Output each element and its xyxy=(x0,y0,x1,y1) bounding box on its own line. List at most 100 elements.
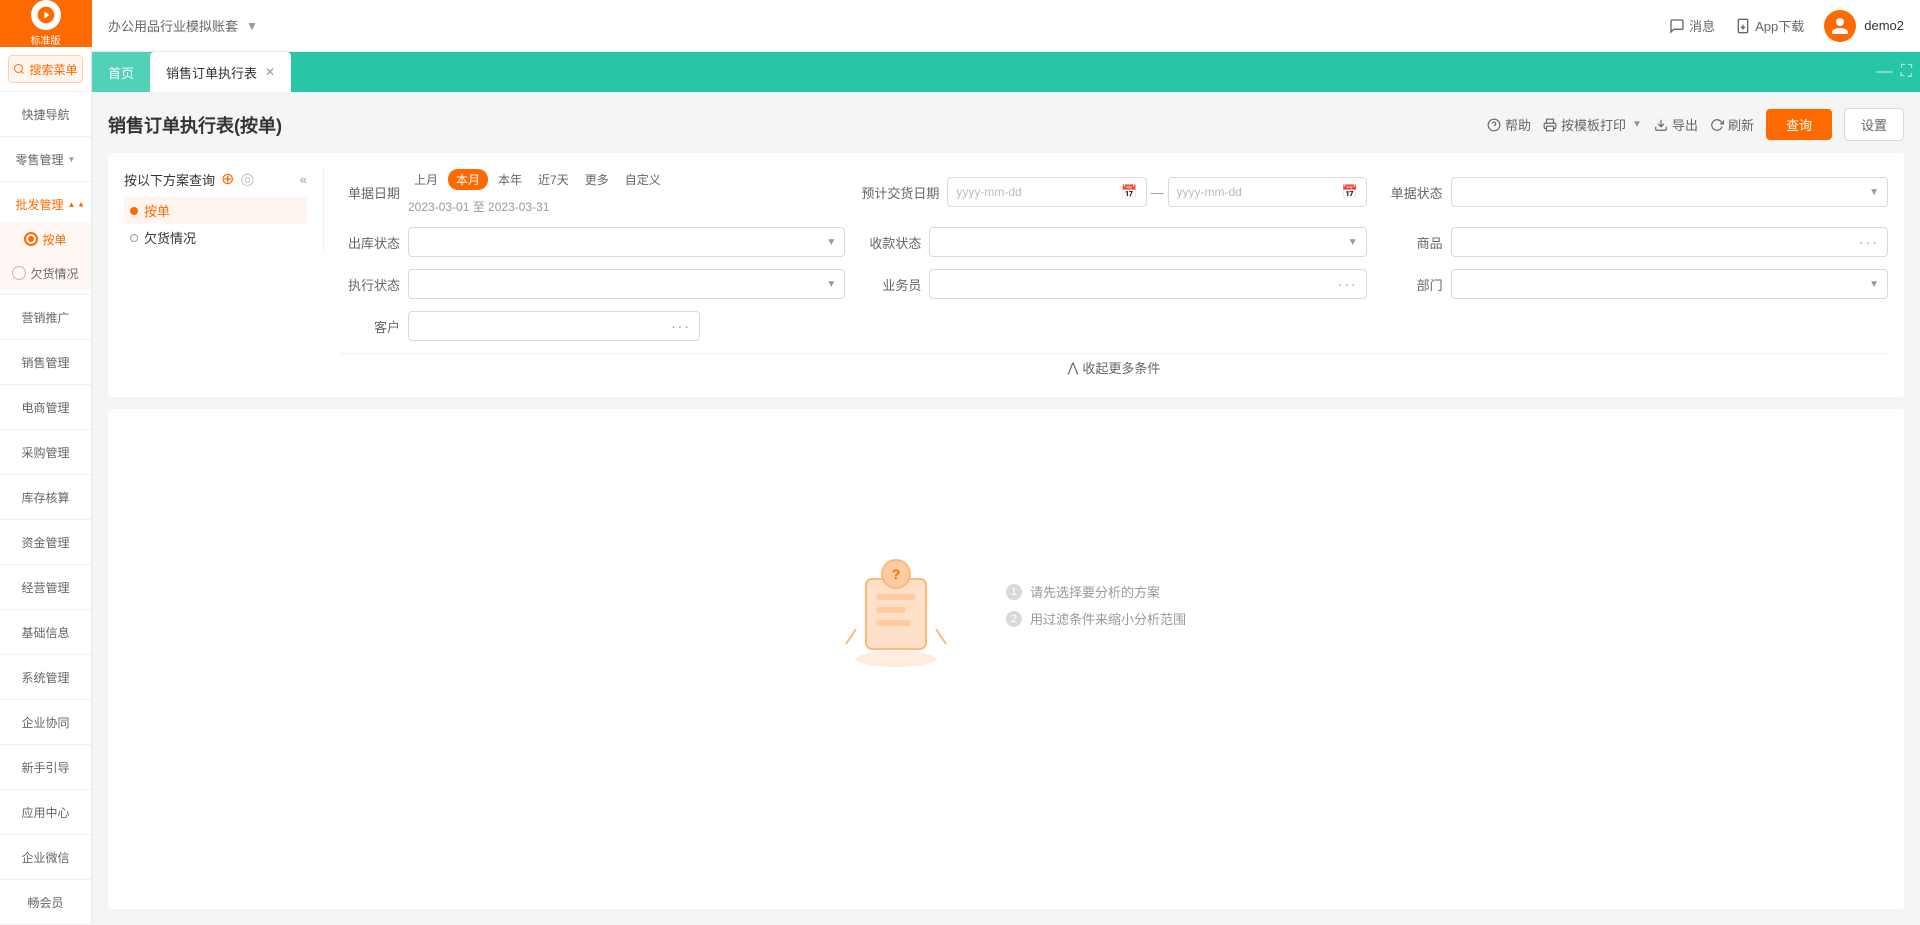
sidebar-item-wechat[interactable]: 企业微信 xyxy=(0,839,91,875)
scheme-item-pressorder[interactable]: 按单 xyxy=(124,197,307,224)
sidebar-item-enterprise[interactable]: 企业协同 xyxy=(0,704,91,740)
sidebar-item-sales[interactable]: 销售管理 xyxy=(0,344,91,380)
setting-button[interactable]: 设置 xyxy=(1844,108,1904,141)
scheme-item-owegoods[interactable]: 欠货情况 xyxy=(124,224,307,251)
sidebar-item-newbie[interactable]: 新手引导 xyxy=(0,749,91,785)
user-name[interactable]: demo2 xyxy=(1864,18,1904,33)
settings-scheme-icon[interactable]: ◎ xyxy=(240,169,254,189)
help-icon xyxy=(1487,118,1501,132)
tag-custom[interactable]: 自定义 xyxy=(619,169,667,190)
wechat-section: 企业微信 xyxy=(0,835,91,880)
doc-status-select[interactable]: ▼ xyxy=(1451,177,1888,207)
message-label: 消息 xyxy=(1689,16,1715,35)
date-start-calendar-icon[interactable]: 📅 xyxy=(1121,184,1137,200)
sidebar-item-system[interactable]: 系统管理 xyxy=(0,659,91,695)
tag-this-month[interactable]: 本月 xyxy=(448,169,488,190)
warehouse-status-select[interactable]: ▼ xyxy=(408,227,845,257)
sidebar-item-inventory[interactable]: 库存核算 xyxy=(0,479,91,515)
filter-top: 按以下方案查询 ⊕ ◎ « 按单 欠货情况 xyxy=(124,169,1888,381)
sidebar-item-member[interactable]: 畅会员 xyxy=(0,884,91,920)
sales-label: 销售管理 xyxy=(21,354,69,371)
filter-row-4: 客户 ··· xyxy=(340,311,1888,341)
sidebar-item-marketing[interactable]: 营销推广 xyxy=(0,299,91,335)
filter-item-date: 单据日期 上月 本月 本年 近7天 更多 自定义 20 xyxy=(340,169,845,215)
logo-icon xyxy=(31,0,61,30)
pressorder-label: 按单 xyxy=(42,231,66,248)
page-actions: 帮助 按模板打印 ▼ 导出 刷新 查询 设置 xyxy=(1487,108,1904,141)
date-separator: — xyxy=(1151,185,1164,200)
add-scheme-icon[interactable]: ⊕ xyxy=(221,169,234,189)
help-button[interactable]: 帮助 xyxy=(1487,115,1531,134)
salesperson-input[interactable]: ··· xyxy=(929,269,1366,299)
date-end-calendar-icon[interactable]: 📅 xyxy=(1341,184,1357,200)
empty-illustration: ? xyxy=(826,539,966,679)
template-print-button[interactable]: 按模板打印 ▼ xyxy=(1543,115,1642,134)
tip-text-2: 用过滤条件来缩小分析范围 xyxy=(1030,609,1186,628)
owegoods-icon xyxy=(12,266,26,280)
sidebar: 标准版 搜索菜单 快捷导航 零售管理 ▼ 批发管理 ▲ 按单 xyxy=(0,0,92,924)
expected-date-label: 预计交货日期 xyxy=(861,183,939,202)
search-menu-button[interactable]: 搜索菜单 xyxy=(8,55,83,83)
customer-input[interactable]: ··· xyxy=(408,311,700,341)
filter-row-2: 出库状态 ▼ 收款状态 ▼ 商品 xyxy=(340,227,1888,257)
message-button[interactable]: 消息 xyxy=(1669,16,1715,35)
query-button[interactable]: 查询 xyxy=(1766,109,1832,140)
product-label: 商品 xyxy=(1383,233,1443,252)
expected-date-start[interactable]: yyyy-mm-dd 📅 xyxy=(947,177,1146,207)
sidebar-item-finance[interactable]: 资金管理 xyxy=(0,524,91,560)
sidebar-sub-item-owegoods[interactable]: 欠货情况 xyxy=(0,256,91,290)
collapse-up-icon: ⋀ xyxy=(1068,360,1079,376)
filter-scheme-label: 按以下方案查询 xyxy=(124,170,215,189)
top-header: 办公用品行业模拟账套 ▼ 消息 App下载 demo2 xyxy=(92,0,1920,52)
exec-status-select[interactable]: ▼ xyxy=(408,269,845,299)
sidebar-item-purchase[interactable]: 采购管理 xyxy=(0,434,91,470)
tab-sales-order[interactable]: 销售订单执行表 ✕ xyxy=(150,52,291,92)
member-label: 畅会员 xyxy=(27,894,63,911)
date-tags: 上月 本月 本年 近7天 更多 自定义 xyxy=(408,169,845,190)
sidebar-item-retail[interactable]: 零售管理 ▼ xyxy=(0,141,91,177)
breadcrumb-dropdown-icon[interactable]: ▼ xyxy=(246,19,258,33)
tag-last-month[interactable]: 上月 xyxy=(408,169,444,190)
tip-item-2: 2 用过滤条件来缩小分析范围 xyxy=(1006,609,1186,628)
search-menu-label: 搜索菜单 xyxy=(29,61,77,78)
date-start-placeholder: yyyy-mm-dd xyxy=(956,185,1021,199)
dept-select[interactable]: ▼ xyxy=(1451,269,1888,299)
collapse-scheme-icon[interactable]: « xyxy=(300,172,307,187)
wholesale-section: 批发管理 ▲ 按单 欠货情况 xyxy=(0,182,91,295)
page-title: 销售订单执行表(按单) xyxy=(108,112,282,138)
inventory-label: 库存核算 xyxy=(21,489,69,506)
system-section: 系统管理 xyxy=(0,655,91,700)
tab-bar: 首页 销售订单执行表 ✕ — ⛶ xyxy=(92,52,1920,92)
product-input[interactable]: ··· xyxy=(1451,227,1888,257)
wholesale-sub-menu: 按单 欠货情况 xyxy=(0,222,91,290)
export-button[interactable]: 导出 xyxy=(1654,115,1698,134)
sidebar-sub-item-pressorder[interactable]: 按单 xyxy=(0,222,91,256)
collection-status-select[interactable]: ▼ xyxy=(929,227,1366,257)
tab-home[interactable]: 首页 xyxy=(92,52,150,92)
sidebar-item-appstore[interactable]: 应用中心 xyxy=(0,794,91,830)
tab-minimize-icon[interactable]: — xyxy=(1877,63,1893,81)
owegoods-label: 欠货情况 xyxy=(30,265,78,282)
app-download-button[interactable]: App下载 xyxy=(1735,16,1804,35)
sidebar-item-operation[interactable]: 经营管理 xyxy=(0,569,91,605)
tag-more[interactable]: 更多 xyxy=(579,169,615,190)
refresh-label: 刷新 xyxy=(1728,115,1754,134)
refresh-button[interactable]: 刷新 xyxy=(1710,115,1754,134)
warehouse-status-label: 出库状态 xyxy=(340,233,400,252)
purchase-label: 采购管理 xyxy=(21,444,69,461)
quicknav-label: 快捷导航 xyxy=(21,106,69,123)
tab-maximize-icon[interactable]: ⛶ xyxy=(1901,63,1912,81)
sidebar-item-quicknav[interactable]: 快捷导航 xyxy=(0,96,91,132)
system-label: 系统管理 xyxy=(21,669,69,686)
sidebar-item-wholesale[interactable]: 批发管理 ▲ xyxy=(0,186,91,222)
sidebar-item-basic[interactable]: 基础信息 xyxy=(0,614,91,650)
tag-this-year[interactable]: 本年 xyxy=(492,169,528,190)
collapse-button[interactable]: ⋀ 收起更多条件 xyxy=(340,354,1888,381)
empty-tips: 1 请先选择要分析的方案 2 用过滤条件来缩小分析范围 xyxy=(1006,582,1186,636)
tag-last-7-days[interactable]: 近7天 xyxy=(532,169,575,190)
exec-status-label: 执行状态 xyxy=(340,275,400,294)
enterprise-section: 企业协同 xyxy=(0,700,91,745)
tab-close-icon[interactable]: ✕ xyxy=(265,65,275,79)
sidebar-item-ecommerce[interactable]: 电商管理 xyxy=(0,389,91,425)
expected-date-end[interactable]: yyyy-mm-dd 📅 xyxy=(1168,177,1367,207)
